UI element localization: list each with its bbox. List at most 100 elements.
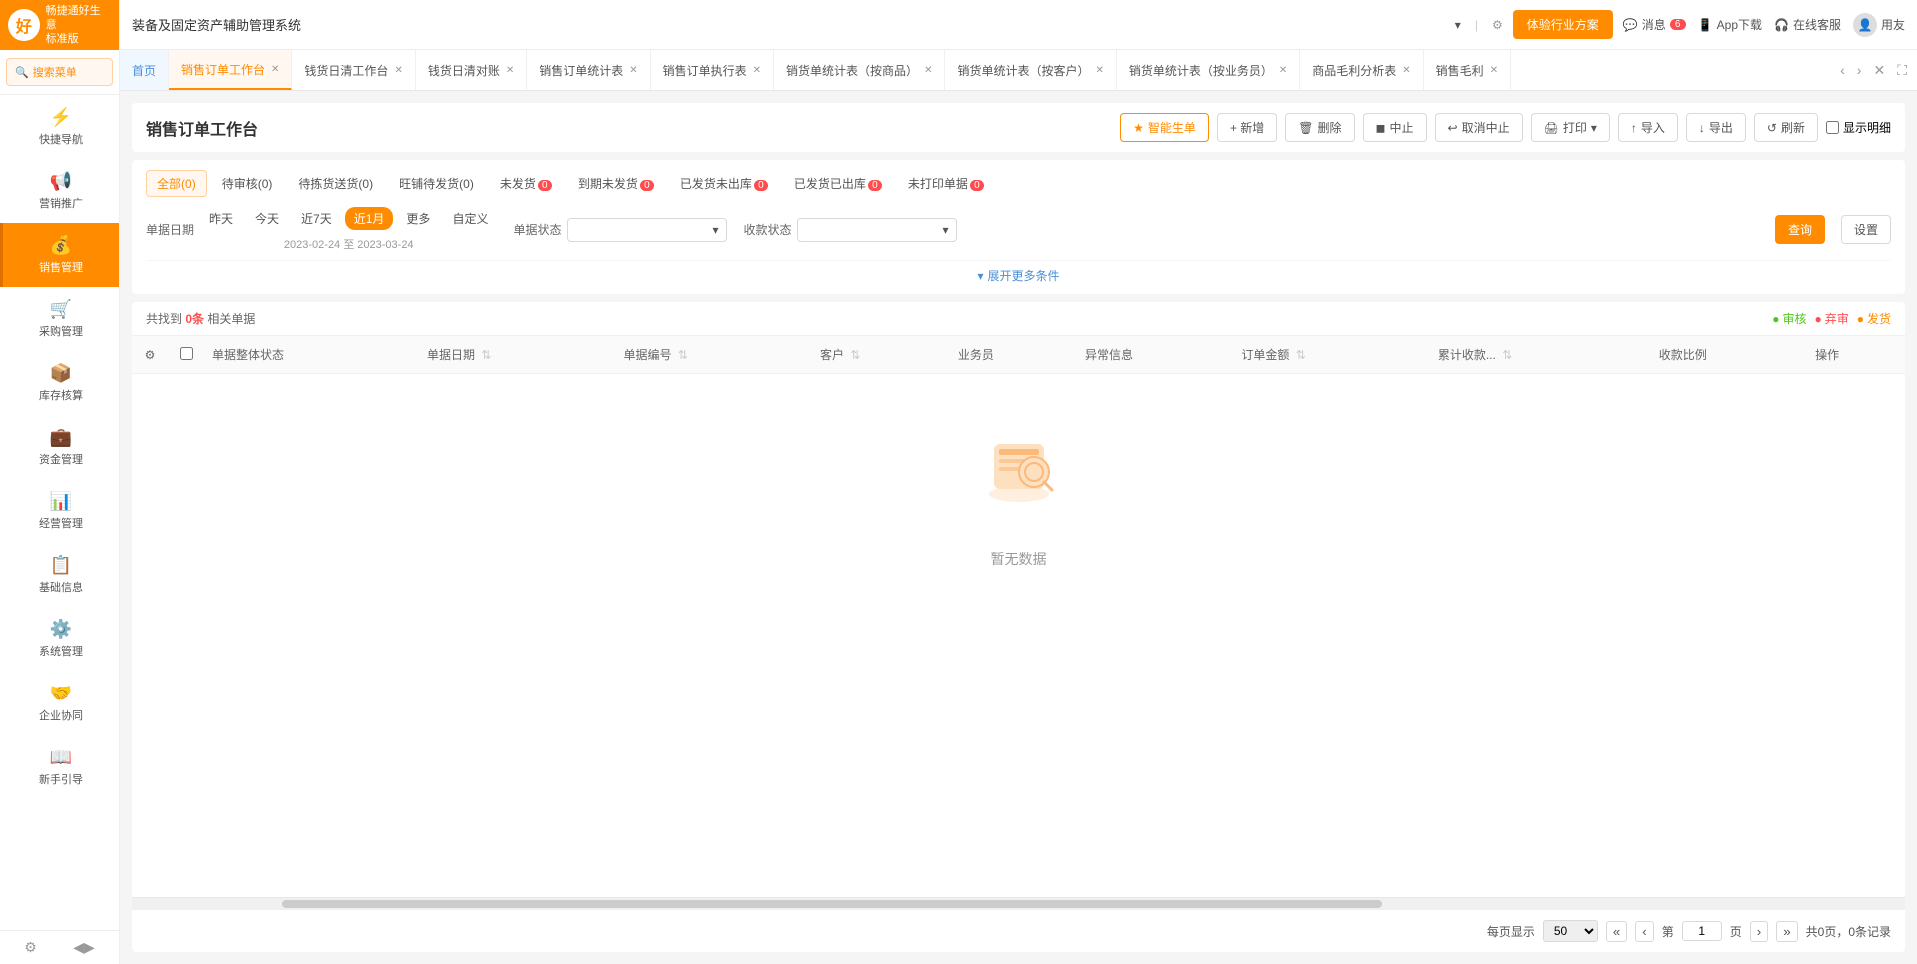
message-action[interactable]: 💬 消息 6 (1623, 16, 1686, 33)
page-number-input[interactable] (1682, 921, 1722, 941)
sidebar-item-marketing[interactable]: 📢 营销推广 (0, 159, 119, 223)
user-menu[interactable]: 👤 用友 (1853, 13, 1905, 37)
close-tab-cash-reconcile[interactable]: ✕ (506, 65, 514, 76)
sub-tab-not-shipped[interactable]: 未发货0 (489, 170, 563, 197)
delete-button[interactable]: 🗑 删除 (1285, 113, 1354, 142)
date-1month[interactable]: 近1月 (345, 207, 394, 230)
last-page-btn[interactable]: » (1776, 921, 1797, 942)
col-staff[interactable]: 业务员 (950, 336, 1077, 374)
tab-cash-daily[interactable]: 钱货日清工作台 ✕ (292, 50, 415, 90)
show-detail-checkbox[interactable] (1826, 121, 1839, 134)
review-action-btn[interactable]: ● 审核 (1772, 310, 1806, 327)
tabs-close-all[interactable]: ✕ (1869, 60, 1889, 81)
app-download-action[interactable]: 📱 App下载 (1698, 16, 1762, 33)
tabs-scroll-left[interactable]: ‹ (1836, 60, 1849, 80)
tabs-scroll-right[interactable]: › (1853, 60, 1866, 80)
col-number[interactable]: 单据编号 ⇅ (616, 336, 812, 374)
close-tab-goods-margin[interactable]: ✕ (1402, 65, 1410, 76)
tab-sales-profit[interactable]: 销售毛利 ✕ (1424, 50, 1511, 90)
payment-select[interactable]: ▾ (797, 218, 957, 242)
sub-tab-pending-inspect[interactable]: 待拣货送货(0) (287, 170, 384, 197)
user-avatar: 👤 (1853, 13, 1877, 37)
sidebar-item-guide[interactable]: 📖 新手引导 (0, 735, 119, 799)
page-size-select[interactable]: 50 10 20 100 (1543, 920, 1598, 942)
col-settings[interactable]: ⚙ (132, 336, 168, 374)
prev-page-btn[interactable]: ‹ (1635, 921, 1653, 942)
date-today[interactable]: 今天 (246, 207, 288, 230)
settings-bottom-btn[interactable]: ⚙ (24, 939, 37, 956)
tab-cash-reconcile[interactable]: 钱货日清对账 ✕ (416, 50, 527, 90)
import-button[interactable]: ↑ 导入 (1618, 113, 1678, 142)
search-menu-button[interactable]: 🔍 搜索菜单 (6, 58, 113, 86)
status-select[interactable]: ▾ (567, 218, 727, 242)
ship-action-btn[interactable]: ● 发货 (1857, 310, 1891, 327)
col-customer[interactable]: 客户 ⇅ (812, 336, 950, 374)
scrollbar-thumb[interactable] (282, 900, 1382, 908)
sub-tab-wangpu-pending[interactable]: 旺铺待发货(0) (388, 170, 485, 197)
expand-more-conditions[interactable]: ▾ 展开更多条件 (146, 267, 1891, 284)
close-tab-sales-stat-product[interactable]: ✕ (924, 65, 932, 76)
close-tab-sales-stat-staff[interactable]: ✕ (1279, 65, 1287, 76)
close-tab-sales-order-exec[interactable]: ✕ (753, 65, 761, 76)
col-date[interactable]: 单据日期 ⇅ (419, 336, 615, 374)
refresh-button[interactable]: ↺ 刷新 (1754, 113, 1818, 142)
sidebar-item-operation[interactable]: 📊 经营管理 (0, 479, 119, 543)
horizontal-scrollbar[interactable] (132, 897, 1905, 909)
tab-sales-workbench[interactable]: 销售订单工作台 ✕ (169, 50, 292, 90)
tab-sales-stat-staff[interactable]: 销货单统计表（按业务员） ✕ (1117, 50, 1300, 90)
col-amount[interactable]: 订单金额 ⇅ (1233, 336, 1429, 374)
close-tab-sales-order-stat[interactable]: ✕ (629, 65, 637, 76)
date-yesterday[interactable]: 昨天 (200, 207, 242, 230)
close-tab-cash-daily[interactable]: ✕ (394, 65, 402, 76)
date-custom[interactable]: 自定义 (443, 207, 497, 230)
tabs-fullscreen[interactable]: ⛶ (1893, 60, 1911, 81)
close-tab-sales-workbench[interactable]: ✕ (271, 64, 279, 75)
close-tab-sales-profit[interactable]: ✕ (1490, 65, 1498, 76)
settings-icon[interactable]: ⚙ (1492, 18, 1503, 32)
cancel-review-action-btn[interactable]: ● 弃审 (1814, 310, 1848, 327)
sidebar-item-quick-nav[interactable]: ⚡ 快捷导航 (0, 95, 119, 159)
next-page-btn[interactable]: › (1750, 921, 1768, 942)
sub-tab-expired-not-shipped[interactable]: 到期未发货0 (567, 170, 665, 197)
tab-sales-order-stat[interactable]: 销售订单统计表 ✕ (527, 50, 650, 90)
close-tab-sales-stat-customer[interactable]: ✕ (1095, 65, 1103, 76)
smart-gen-button[interactable]: ★ 智能生单 (1120, 113, 1209, 142)
sub-tab-pending-review[interactable]: 待审核(0) (211, 170, 284, 197)
sales-stat-customer-tab-label: 销货单统计表（按客户） (957, 62, 1089, 79)
sidebar-item-purchase[interactable]: 🛒 采购管理 (0, 287, 119, 351)
tab-sales-order-exec[interactable]: 销售订单执行表 ✕ (651, 50, 774, 90)
sub-tab-all[interactable]: 全部(0) (146, 170, 207, 197)
tab-sales-stat-product[interactable]: 销货单统计表（按商品） ✕ (774, 50, 945, 90)
collapse-sidebar-btn[interactable]: ◀▶ (73, 939, 95, 956)
tab-sales-stat-customer[interactable]: 销货单统计表（按客户） ✕ (945, 50, 1116, 90)
tab-home[interactable]: 首页 (120, 50, 169, 90)
sidebar-item-basic[interactable]: 📋 基础信息 (0, 543, 119, 607)
home-tab-label: 首页 (132, 62, 156, 79)
sidebar-item-inventory[interactable]: 📦 库存核算 (0, 351, 119, 415)
sub-tab-shipped-not-out[interactable]: 已发货未出库0 (669, 170, 779, 197)
first-page-btn[interactable]: « (1606, 921, 1627, 942)
col-checkbox[interactable] (168, 336, 204, 374)
select-all-checkbox[interactable] (180, 347, 193, 360)
settings-filter-button[interactable]: 设置 (1841, 215, 1891, 244)
export-button[interactable]: ↓ 导出 (1686, 113, 1746, 142)
sidebar-item-finance[interactable]: 💼 资金管理 (0, 415, 119, 479)
date-more[interactable]: 更多 (397, 207, 439, 230)
sub-tab-shipped-out[interactable]: 已发货已出库0 (783, 170, 893, 197)
sidebar-item-collab[interactable]: 🤝 企业协同 (0, 671, 119, 735)
date-7days[interactable]: 近7天 (292, 207, 341, 230)
online-service-action[interactable]: 🎧 在线客服 (1774, 16, 1841, 33)
stop-button[interactable]: ◼ 中止 (1363, 113, 1427, 142)
col-collected[interactable]: 累计收款... ⇅ (1430, 336, 1651, 374)
show-detail-toggle[interactable]: 显示明细 (1826, 119, 1891, 136)
print-button[interactable]: 🖨 打印 ▾ (1531, 113, 1610, 142)
sub-tab-not-printed[interactable]: 未打印单据0 (897, 170, 995, 197)
system-dropdown[interactable]: ▾ (1455, 18, 1461, 32)
cancel-stop-button[interactable]: ↩ 取消中止 (1435, 113, 1523, 142)
query-button[interactable]: 查询 (1775, 215, 1825, 244)
sidebar-item-sales[interactable]: 💰 销售管理 (0, 223, 119, 287)
solution-button[interactable]: 体验行业方案 (1513, 10, 1613, 39)
tab-goods-margin[interactable]: 商品毛利分析表 ✕ (1300, 50, 1423, 90)
add-button[interactable]: + 新增 (1217, 113, 1277, 142)
sidebar-item-system[interactable]: ⚙️ 系统管理 (0, 607, 119, 671)
